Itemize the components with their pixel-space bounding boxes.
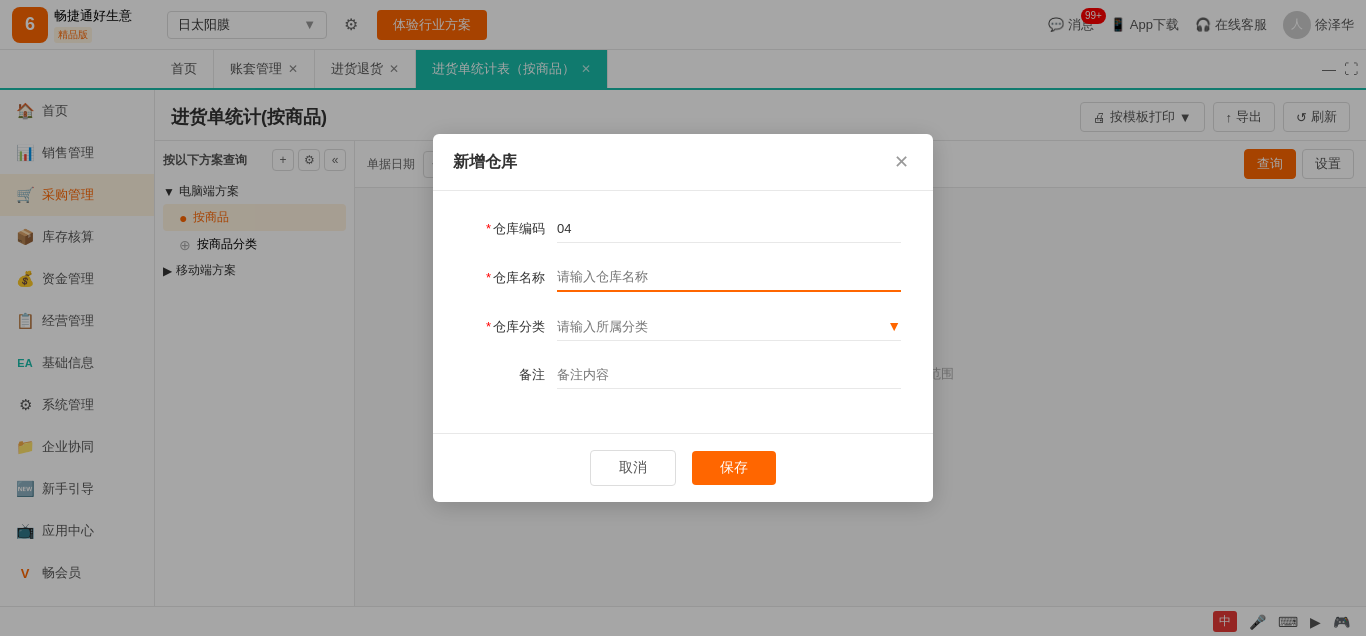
modal-footer: 取消 保存 <box>433 433 933 502</box>
modal-overlay[interactable]: 新增仓库 ✕ 仓库编码 仓库名称 仓库分类 ▼ 备注 <box>0 0 1366 636</box>
cancel-button[interactable]: 取消 <box>590 450 676 486</box>
warehouse-name-row: 仓库名称 <box>465 263 901 292</box>
warehouse-category-select[interactable]: ▼ <box>557 312 901 341</box>
warehouse-code-input[interactable] <box>557 215 901 243</box>
warehouse-name-label: 仓库名称 <box>465 269 545 287</box>
warehouse-code-row: 仓库编码 <box>465 215 901 243</box>
modal-body: 仓库编码 仓库名称 仓库分类 ▼ 备注 <box>433 191 933 433</box>
warehouse-category-input[interactable] <box>557 319 887 334</box>
save-button[interactable]: 保存 <box>692 451 776 485</box>
category-dropdown-icon: ▼ <box>887 318 901 334</box>
warehouse-name-input[interactable] <box>557 263 901 292</box>
warehouse-category-row: 仓库分类 ▼ <box>465 312 901 341</box>
modal-header: 新增仓库 ✕ <box>433 134 933 191</box>
modal-title: 新增仓库 <box>453 152 517 173</box>
warehouse-note-label: 备注 <box>465 366 545 384</box>
modal-close-button[interactable]: ✕ <box>889 150 913 174</box>
warehouse-note-row: 备注 <box>465 361 901 389</box>
modal-add-warehouse: 新增仓库 ✕ 仓库编码 仓库名称 仓库分类 ▼ 备注 <box>433 134 933 502</box>
warehouse-category-label: 仓库分类 <box>465 318 545 336</box>
warehouse-note-input[interactable] <box>557 361 901 389</box>
warehouse-code-label: 仓库编码 <box>465 220 545 238</box>
